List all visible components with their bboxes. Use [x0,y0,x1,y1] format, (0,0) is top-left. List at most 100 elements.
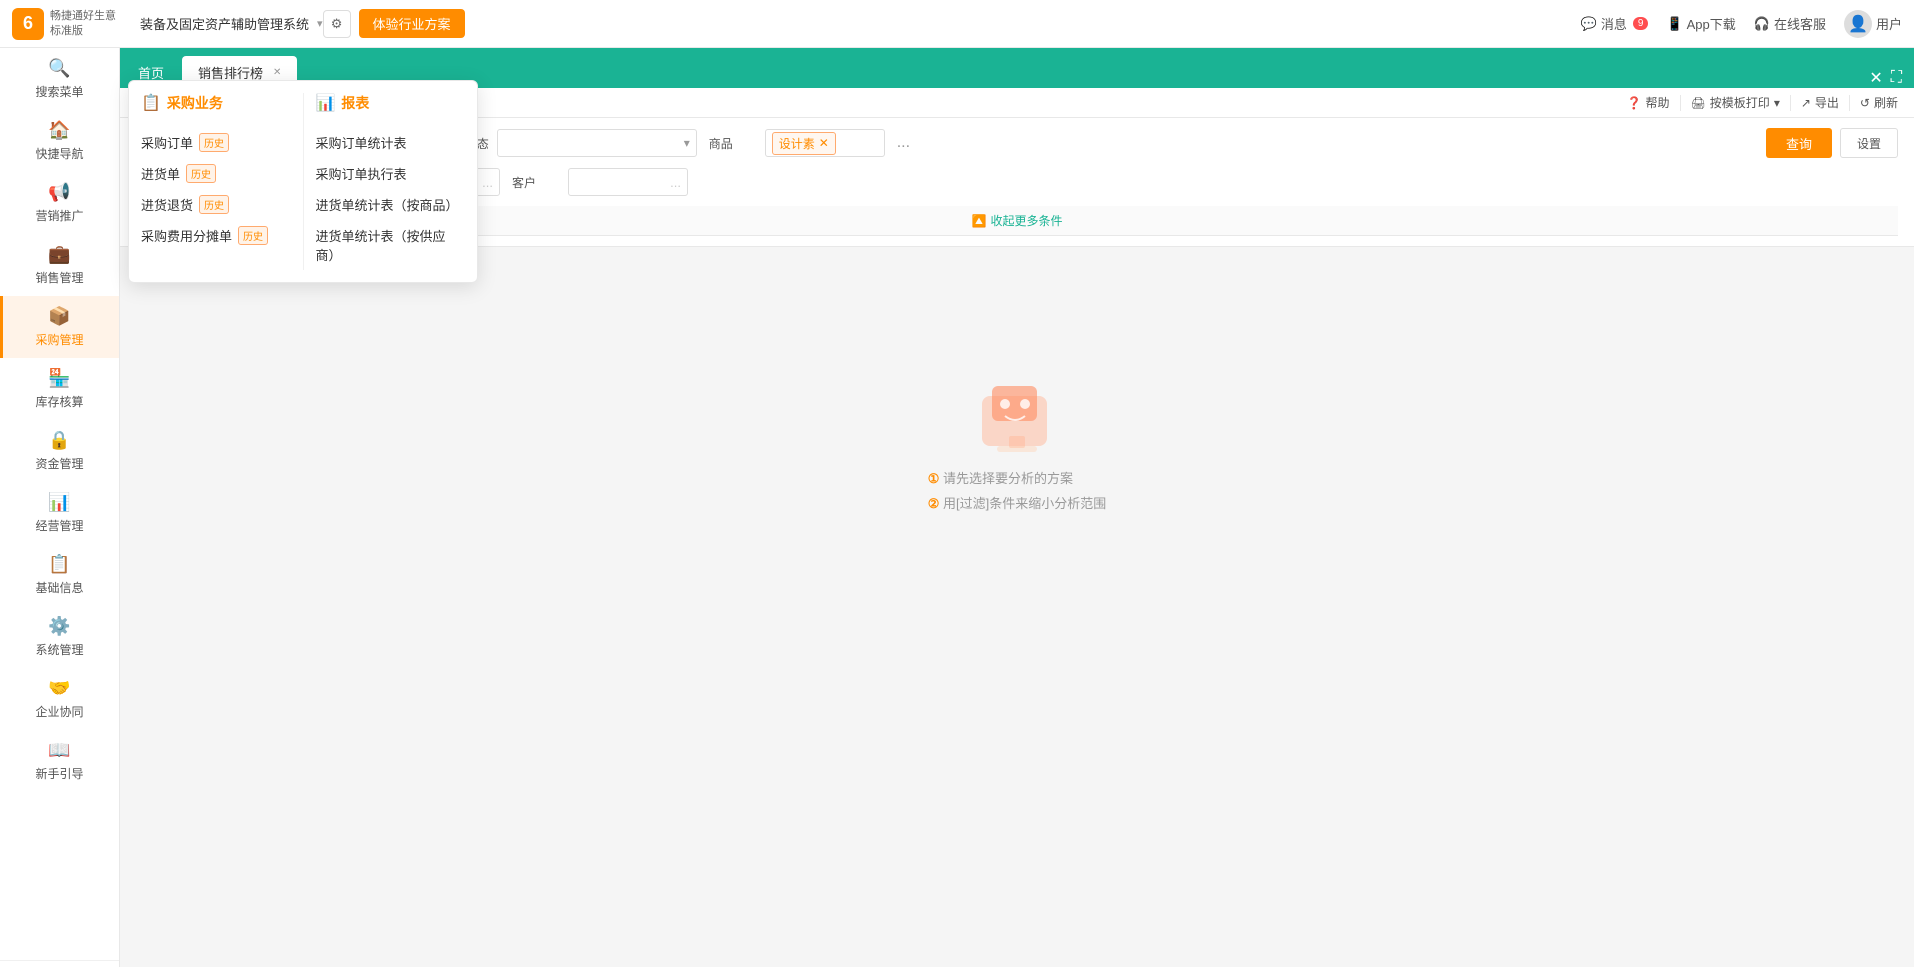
goods-label: 商品 [709,135,759,152]
history-badge-1: 历史 [199,133,229,152]
dropdown-item-report-4[interactable]: 进货单统计表（按供应商） [316,220,466,270]
phone-icon: 📱 [1666,16,1682,32]
print-arrow-icon: ▾ [1774,96,1780,110]
status-arrow-icon: ▾ [684,136,690,150]
sidebar-item-marketing[interactable]: 📢 营销推广 [0,172,119,234]
tab-close-icon[interactable]: ✕ [273,67,281,78]
sidebar-item-label: 采购管理 [35,331,83,348]
tabbar-right: ✕ ⛶ [1869,68,1914,88]
help-button[interactable]: ❓ 帮助 [1627,94,1670,111]
message-badge: 9 [1633,17,1649,30]
dropdown-reports-title: 📊 报表 [316,93,466,117]
logo: 6 畅捷通好生意 标准版 [12,8,132,40]
export-button[interactable]: ↗ 导出 [1801,94,1839,111]
finance-icon: 🔒 [48,430,70,451]
dropdown-item-report-2[interactable]: 采购订单执行表 [316,158,466,189]
tabbar-close-icon[interactable]: ✕ [1869,68,1882,88]
user-button[interactable]: 👤 用户 [1844,10,1902,38]
print-template-button[interactable]: 🖨 按模板打印 ▾ [1691,94,1780,111]
app-download-button[interactable]: 📱 App下载 [1666,14,1735,33]
empty-illustration [967,376,1067,456]
history-badge-3: 历史 [199,195,229,214]
operation-icon: 📊 [48,492,70,513]
sidebar-item-label: 系统管理 [35,641,83,658]
sidebar-item-stock[interactable]: 🏪 库存核算 [0,358,119,420]
sidebar-item-finance[interactable]: 🔒 资金管理 [0,420,119,482]
customer-filter: 客户 ... [512,168,688,196]
marketing-icon: 📢 [48,182,70,203]
sidebar-item-operation[interactable]: 📊 经营管理 [0,482,119,544]
sidebar-item-label: 基础信息 [35,579,83,596]
message-button[interactable]: 💬 消息 9 [1581,14,1649,33]
setting-button[interactable]: 设置 [1840,128,1898,158]
logo-line1: 畅捷通好生意 [50,9,116,23]
sidebar-item-label: 企业协同 [35,703,83,720]
home-icon: 🏠 [48,120,70,141]
dropdown-item-report-3[interactable]: 进货单统计表（按商品） [316,189,466,220]
purchase-section-icon: 📋 [141,93,161,113]
empty-hint1: ① 请先选择要分析的方案 [928,468,1107,487]
empty-hint2: ② 用[过滤]条件来缩小分析范围 [928,493,1107,512]
guide-icon: 📖 [48,740,70,761]
logo-text: 畅捷通好生意 标准版 [50,9,116,38]
sidebar-item-purchase[interactable]: 📦 采购管理 [0,296,119,358]
status-input[interactable]: ▾ [497,129,697,157]
sidebar-item-label: 快捷导航 [35,145,83,162]
goods-filter: 商品 设计素 ✕ [709,129,885,157]
dropdown-item-report-1[interactable]: 采购订单统计表 [316,127,466,158]
empty-text: ① 请先选择要分析的方案 ② 用[过滤]条件来缩小分析范围 [928,468,1107,518]
tabbar-expand-icon[interactable]: ⛶ [1891,69,1902,87]
salesman-dots: ... [482,175,493,190]
dropdown-purchase-title: 📋 采购业务 [141,93,291,117]
system-arrow-icon[interactable]: ▾ [317,17,323,30]
logo-icon: 6 [12,8,44,40]
topbar-right: 💬 消息 9 📱 App下载 🎧 在线客服 👤 用户 [1581,10,1902,38]
message-icon: 💬 [1581,16,1597,32]
filter-dots[interactable]: ... [897,134,910,152]
goods-input[interactable]: 设计素 ✕ [765,129,885,157]
dropdown-reports-col: 📊 报表 采购订单统计表 采购订单执行表 进货单统计表（按商品） 进货单统计表（… [303,93,478,270]
avatar: 👤 [1844,10,1872,38]
customer-input[interactable]: ... [568,168,688,196]
refresh-button[interactable]: ↺ 刷新 [1860,94,1898,111]
filter-actions: 查询 设置 [1766,128,1898,158]
headset-icon: 🎧 [1754,16,1770,32]
search-icon: 🔍 [48,58,70,79]
print-icon: 🖨 [1691,96,1706,110]
reports-section-icon: 📊 [316,93,336,113]
stock-icon: 🏪 [48,368,70,389]
settings-icon[interactable]: ⚙ [323,10,351,38]
logo-line2: 标准版 [50,24,116,38]
sidebar-item-label: 资金管理 [35,455,83,472]
goods-tag-close[interactable]: ✕ [819,136,829,150]
sales-icon: 💼 [48,244,70,265]
industry-button[interactable]: 体验行业方案 [359,9,465,38]
empty-state: ① 请先选择要分析的方案 ② 用[过滤]条件来缩小分析范围 [120,247,1914,647]
dropdown-item-purchase-order[interactable]: 采购订单 历史 [141,127,291,158]
sidebar-item-search[interactable]: 🔍 搜索菜单 [0,48,119,110]
sidebar-item-label: 搜索菜单 [35,83,83,100]
sidebar-item-quick[interactable]: 🏠 快捷导航 [0,110,119,172]
sidebar-item-company[interactable]: 🤝 企业协同 [0,668,119,730]
purchase-icon: 📦 [48,306,70,327]
search-button[interactable]: 查询 [1766,128,1832,158]
customer-dots: ... [670,175,681,190]
dropdown-item-purchase-cost[interactable]: 采购费用分摊单 历史 [141,220,291,251]
sidebar-item-sales[interactable]: 💼 销售管理 [0,234,119,296]
toolbar-sep1 [1680,95,1681,111]
sidebar-item-system[interactable]: ⚙️ 系统管理 [0,606,119,668]
dropdown-item-purchase-stock[interactable]: 进货单 历史 [141,158,291,189]
refresh-icon: ↺ [1860,96,1870,110]
sidebar-item-label: 销售管理 [35,269,83,286]
toolbar-sep2 [1790,95,1791,111]
sidebar-item-label: 营销推广 [35,207,83,224]
sidebar-item-label: 新手引导 [35,765,83,782]
online-service-button[interactable]: 🎧 在线客服 [1754,14,1826,33]
status-filter: 单据状态 ▾ [441,129,697,157]
sidebar-item-guide[interactable]: 📖 新手引导 [0,730,119,792]
sidebar-item-label: 库存核算 [35,393,83,410]
collapse-icon: 🔼 [972,214,987,228]
sidebar-item-basic[interactable]: 📋 基础信息 [0,544,119,606]
company-icon: 🤝 [48,678,70,699]
dropdown-item-purchase-return[interactable]: 进货退货 历史 [141,189,291,220]
